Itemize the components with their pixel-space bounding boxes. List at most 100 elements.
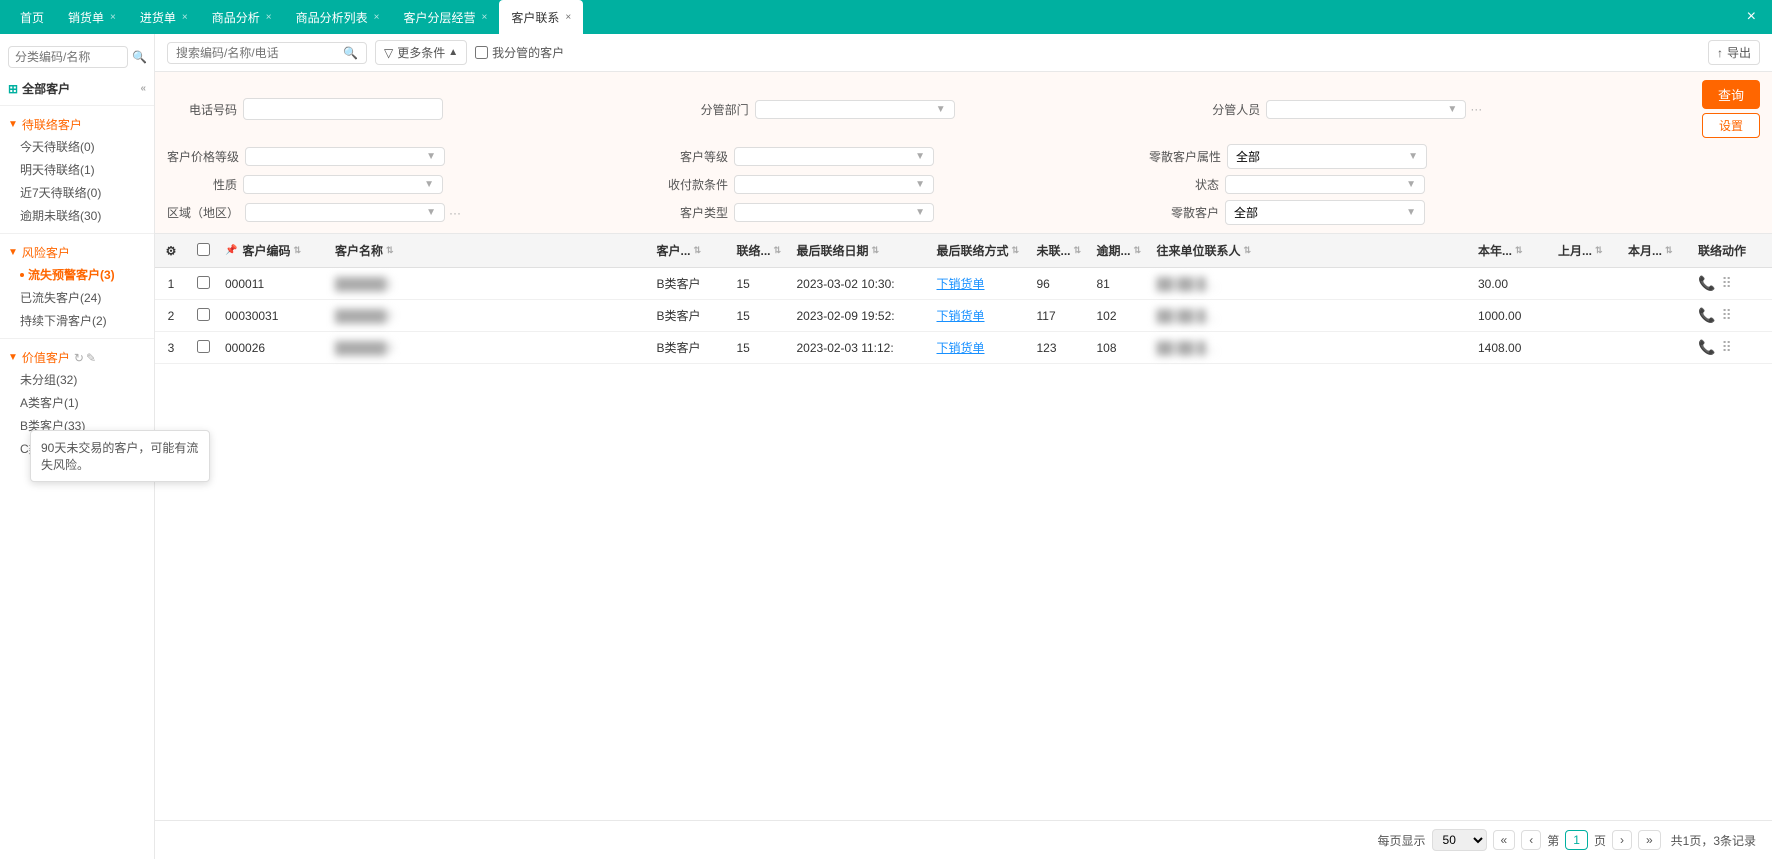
th-no-contact[interactable]: 未联... ⇅ <box>1031 234 1091 268</box>
sidebar-item-tomorrow-contact[interactable]: 明天待联络(1) <box>0 158 154 181</box>
filter-retail-attr-select[interactable]: 全部 ▼ <box>1227 144 1427 169</box>
filter-payment-select[interactable]: ▼ <box>734 175 934 194</box>
code-sort-icon[interactable]: ⇅ <box>293 245 301 256</box>
th-overdue[interactable]: 逾期... ⇅ <box>1091 234 1151 268</box>
main-search-icon[interactable]: 🔍 <box>343 46 358 60</box>
th-last-contact-date[interactable]: 最后联络日期 ⇅ <box>791 234 931 268</box>
filter-region-dots[interactable]: ··· <box>449 206 461 220</box>
sidebar-item-churned[interactable]: 已流失客户(24) <box>0 286 154 309</box>
filter-region-select[interactable]: ▼ <box>245 203 445 222</box>
tab-purchase-order[interactable]: 进货单 × <box>128 0 200 34</box>
th-settings[interactable]: ⚙ <box>155 234 187 268</box>
th-name[interactable]: 客户名称 ⇅ <box>329 234 651 268</box>
overdue-sort-icon[interactable]: ⇅ <box>1134 245 1142 256</box>
filter-status-select[interactable]: ▼ <box>1225 175 1425 194</box>
main-search-input[interactable] <box>176 46 339 60</box>
last-page-button[interactable]: » <box>1638 830 1661 850</box>
th-checkbox[interactable] <box>187 234 219 268</box>
select-all-checkbox[interactable] <box>197 243 210 256</box>
type-sort-icon[interactable]: ⇅ <box>694 245 702 256</box>
per-page-select[interactable]: 50 100 200 <box>1432 829 1487 851</box>
more-conditions-button[interactable]: ▽ 更多条件 ▲ <box>375 40 467 65</box>
section-title-pending[interactable]: ▼ 待联络客户 <box>0 112 154 135</box>
th-last-contact-method[interactable]: 最后联络方式 ⇅ <box>931 234 1031 268</box>
last-month-sort-icon[interactable]: ⇅ <box>1595 245 1603 256</box>
tab-product-analysis-list[interactable]: 商品分析列表 × <box>284 0 392 34</box>
prev-page-button[interactable]: ‹ <box>1521 830 1541 850</box>
action-phone-icon-0[interactable]: 📞 <box>1698 275 1715 292</box>
th-code[interactable]: 📌 客户编码 ⇅ <box>219 234 329 268</box>
no-contact-sort-icon[interactable]: ⇅ <box>1074 245 1082 256</box>
sidebar-collapse-icon[interactable]: « <box>140 83 146 94</box>
export-button[interactable]: ↑ 导出 <box>1708 40 1760 65</box>
tab-customer-layering[interactable]: 客户分层经营 × <box>391 0 499 34</box>
tab-customer-layering-close[interactable]: × <box>481 12 487 23</box>
tab-customer-contact[interactable]: 客户联系 × <box>499 0 583 34</box>
next-page-button[interactable]: › <box>1612 830 1632 850</box>
person-sort-icon[interactable]: ⇅ <box>1244 245 1252 256</box>
contact-num-sort-icon[interactable]: ⇅ <box>774 245 782 256</box>
method-sort-icon[interactable]: ⇅ <box>1012 245 1020 256</box>
filter-price-level-select[interactable]: ▼ <box>245 147 445 166</box>
this-month-sort-icon[interactable]: ⇅ <box>1665 245 1673 256</box>
tab-purchase-order-close[interactable]: × <box>182 12 188 23</box>
th-contact-num[interactable]: 联络... ⇅ <box>731 234 791 268</box>
settings-button[interactable]: 设置 <box>1702 113 1760 138</box>
sidebar-all-customers[interactable]: ⊞ 全部客户 « <box>0 76 154 101</box>
th-this-year[interactable]: 本年... ⇅ <box>1472 234 1552 268</box>
filter-phone-input[interactable] <box>243 98 443 120</box>
filter-retail-customer-select[interactable]: 全部 ▼ <box>1225 200 1425 225</box>
query-button[interactable]: 查询 <box>1702 80 1760 109</box>
filter-manager-select[interactable]: ▼ <box>1266 100 1466 119</box>
tab-product-analysis-close[interactable]: × <box>266 12 272 23</box>
filter-nature-select[interactable]: ▼ <box>243 175 443 194</box>
filter-manager-dots[interactable]: ··· <box>1470 102 1482 116</box>
filter-customer-type-select[interactable]: ▼ <box>734 203 934 222</box>
th-last-month[interactable]: 上月... ⇅ <box>1552 234 1622 268</box>
date-sort-icon[interactable]: ⇅ <box>872 245 880 256</box>
my-customers-checkbox-label[interactable]: 我分管的客户 <box>475 44 564 61</box>
row-method-0[interactable]: 下销货单 <box>931 268 1031 300</box>
sidebar-item-overdue-contact[interactable]: 逾期未联络(30) <box>0 204 154 227</box>
sidebar-item-declining[interactable]: 持续下滑客户(2) <box>0 309 154 332</box>
value-edit-icon[interactable]: ✎ <box>86 351 96 365</box>
my-customers-checkbox[interactable] <box>475 46 488 59</box>
sidebar-item-7day-contact[interactable]: 近7天待联络(0) <box>0 181 154 204</box>
sidebar-item-ungrouped[interactable]: 未分组(32) <box>0 368 154 391</box>
name-sort-icon[interactable]: ⇅ <box>386 245 394 256</box>
sidebar-search-input[interactable] <box>8 46 128 68</box>
action-more-icon-0[interactable]: ⠿ <box>1721 275 1731 292</box>
value-refresh-icon[interactable]: ↻ <box>74 351 84 365</box>
window-close-button[interactable]: × <box>1739 8 1764 26</box>
section-title-risk[interactable]: ▼ 风险客户 <box>0 240 154 263</box>
th-contact-person[interactable]: 往来单位联系人 ⇅ <box>1151 234 1473 268</box>
action-more-icon-1[interactable]: ⠿ <box>1721 307 1731 324</box>
tab-sales-order[interactable]: 销货单 × <box>56 0 128 34</box>
action-phone-icon-1[interactable]: 📞 <box>1698 307 1715 324</box>
sidebar-item-class-a[interactable]: A类客户(1) <box>0 391 154 414</box>
tab-sales-order-close[interactable]: × <box>110 12 116 23</box>
tab-product-analysis-list-close[interactable]: × <box>374 12 380 23</box>
first-page-button[interactable]: « <box>1493 830 1516 850</box>
tab-product-analysis[interactable]: 商品分析 × <box>200 0 284 34</box>
row-method-1[interactable]: 下销货单 <box>931 300 1031 332</box>
action-phone-icon-2[interactable]: 📞 <box>1698 339 1715 356</box>
action-more-icon-2[interactable]: ⠿ <box>1721 339 1731 356</box>
this-year-sort-icon[interactable]: ⇅ <box>1515 245 1523 256</box>
filter-customer-level-select[interactable]: ▼ <box>734 147 934 166</box>
section-title-value[interactable]: ▼ 价值客户 ↻ ✎ <box>0 345 154 368</box>
sidebar-item-today-contact[interactable]: 今天待联络(0) <box>0 135 154 158</box>
sidebar-item-churn-warning[interactable]: 流失预警客户(3) <box>0 263 154 286</box>
table-settings-icon[interactable]: ⚙ <box>166 244 177 258</box>
filter-dept-select[interactable]: ▼ <box>755 100 955 119</box>
tab-customer-contact-close[interactable]: × <box>565 12 571 23</box>
th-type[interactable]: 客户... ⇅ <box>651 234 731 268</box>
row-checkbox-1[interactable] <box>187 300 219 332</box>
row-method-2[interactable]: 下销货单 <box>931 332 1031 364</box>
row-checkbox-2[interactable] <box>187 332 219 364</box>
sidebar-search-icon[interactable]: 🔍 <box>132 50 147 64</box>
filter-status: 状态 ▼ <box>1149 175 1620 194</box>
row-checkbox-0[interactable] <box>187 268 219 300</box>
tab-home[interactable]: 首页 <box>8 0 56 34</box>
th-this-month[interactable]: 本月... ⇅ <box>1622 234 1692 268</box>
